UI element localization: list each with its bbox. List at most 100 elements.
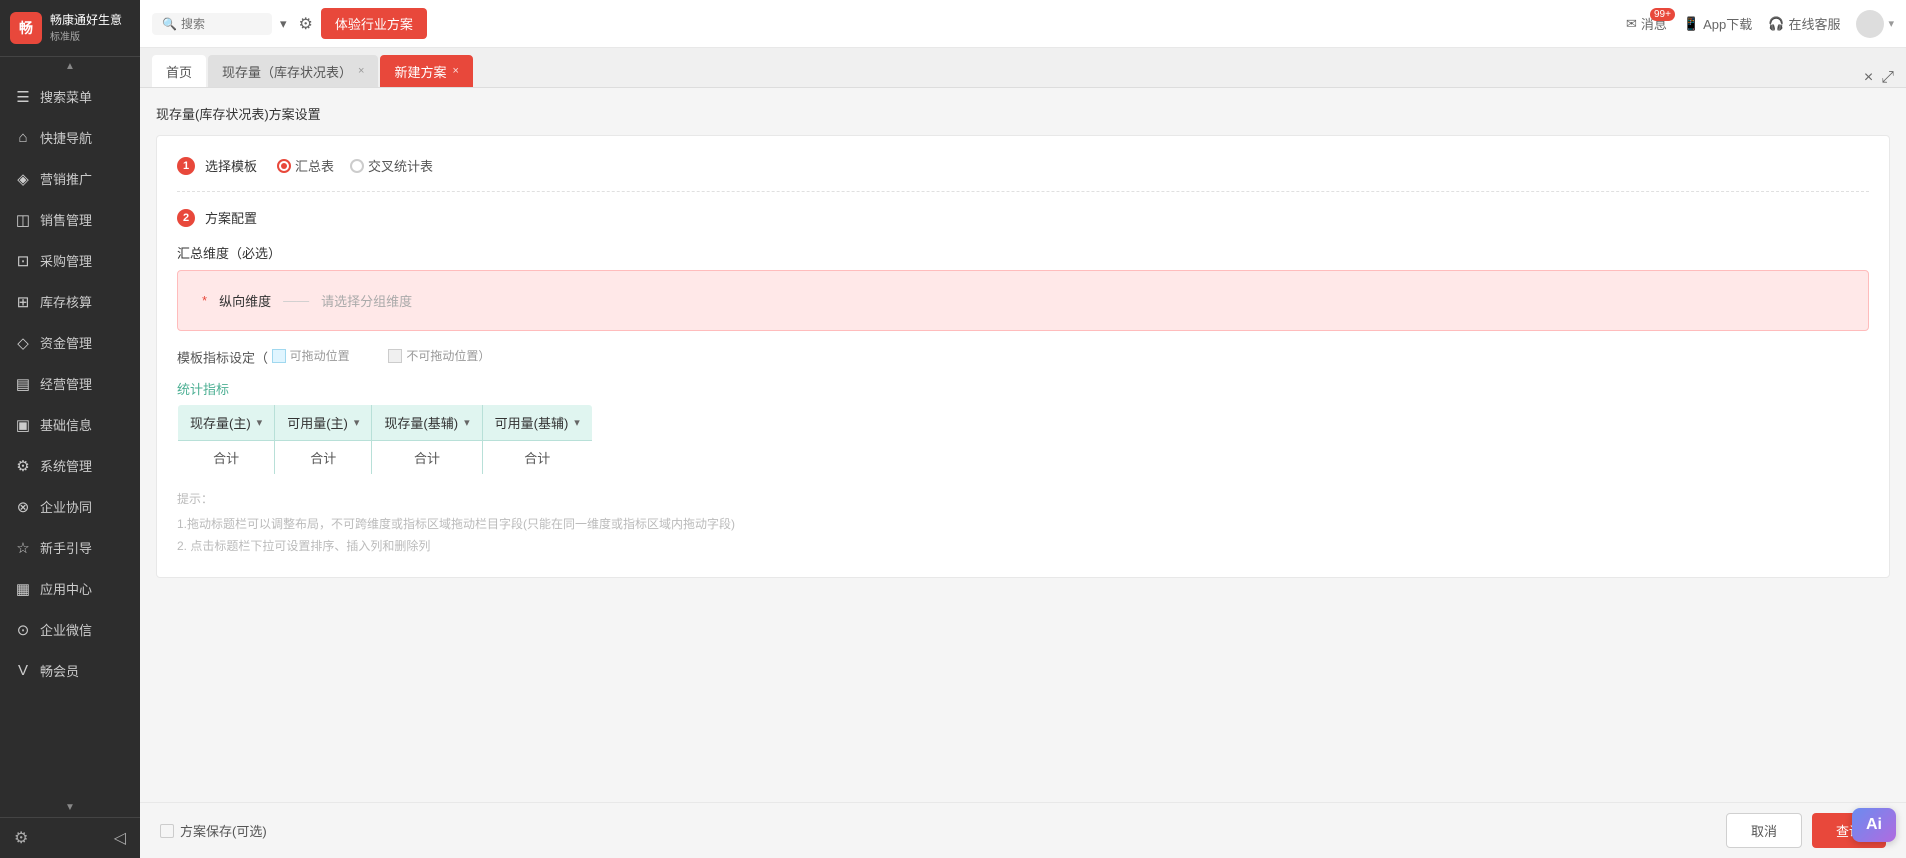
fixed-icon bbox=[388, 349, 402, 363]
page-breadcrumb: 现存量(库存状况表)方案设置 bbox=[156, 104, 1890, 123]
topbar: 🔍 ▾ ⚙ 体验行业方案 ✉ 消息 99+ 📱 App下载 🎧 在线客服 bbox=[140, 0, 1906, 48]
wechat-icon: ⊙ bbox=[14, 621, 32, 639]
radio-summary[interactable]: 汇总表 bbox=[277, 156, 334, 175]
close-window-icon[interactable]: × bbox=[1864, 69, 1873, 87]
tips-title: 提示： bbox=[177, 489, 1869, 511]
tab-home[interactable]: 首页 bbox=[152, 55, 206, 87]
ai-button[interactable]: Ai bbox=[1852, 808, 1896, 842]
dimension-box[interactable]: * 纵向维度 —— 请选择分组维度 bbox=[177, 270, 1869, 331]
step2-row: 2 方案配置 bbox=[177, 208, 1869, 227]
tab-inventory-status[interactable]: 现存量（库存状况表） × bbox=[208, 55, 378, 87]
topbar-search[interactable]: 🔍 bbox=[152, 13, 272, 35]
td-total-3: 合计 bbox=[372, 440, 482, 474]
report-icon: ▤ bbox=[14, 375, 32, 393]
indicator-legend: 可拖动位置 不可拖动位置） bbox=[272, 347, 491, 364]
home-icon: ⌂ bbox=[14, 129, 32, 147]
sidebar-item-operations[interactable]: ▤ 经营管理 bbox=[0, 363, 140, 404]
chart-icon: ◫ bbox=[14, 211, 32, 229]
logo-text: 畅康通好生意 标准版 bbox=[50, 13, 122, 44]
chevron-down-icon: ▾ bbox=[354, 416, 360, 429]
tip-2: 2. 点击标题栏下拉可设置排序、插入列和删除列 bbox=[177, 536, 1869, 558]
trial-button[interactable]: 体验行业方案 bbox=[321, 8, 427, 39]
th-available-aux[interactable]: 可用量(基辅) ▾ bbox=[482, 404, 592, 440]
indicator-label: 模板指标设定（ 可拖动位置 不可拖动位置） bbox=[177, 347, 1869, 367]
summary-dimension-section: 汇总维度（必选） * 纵向维度 —— 请选择分组维度 bbox=[177, 243, 1869, 331]
user-icon: V bbox=[14, 662, 32, 680]
chevron-user-icon: ▾ bbox=[1888, 17, 1894, 30]
content-area: 现存量(库存状况表)方案设置 1 选择模板 汇总表 交叉统计表 bbox=[140, 88, 1906, 802]
summary-dim-label: 汇总维度（必选） bbox=[177, 243, 1869, 262]
save-plan-checkbox[interactable]: 方案保存(可选) bbox=[160, 821, 267, 840]
template-radio-group: 汇总表 交叉统计表 bbox=[277, 156, 433, 175]
sidebar-footer: ⚙ ◁ bbox=[0, 817, 140, 858]
sidebar-item-finance[interactable]: ◇ 资金管理 bbox=[0, 322, 140, 363]
sidebar-scroll-down[interactable]: ▼ bbox=[0, 798, 140, 817]
sidebar-scroll-up[interactable]: ▲ bbox=[0, 57, 140, 76]
legend-movable: 可拖动位置 bbox=[272, 347, 350, 364]
stats-section: 统计指标 现存量(主) ▾ 可用量 bbox=[177, 379, 1869, 475]
sidebar-item-enterprise[interactable]: ⊗ 企业协同 bbox=[0, 486, 140, 527]
dim-dash: —— bbox=[283, 293, 309, 308]
sidebar-item-app-center[interactable]: ▦ 应用中心 bbox=[0, 568, 140, 609]
info-icon: ▣ bbox=[14, 416, 32, 434]
radio-cross[interactable]: 交叉统计表 bbox=[350, 156, 433, 175]
phone-icon: ▦ bbox=[14, 580, 32, 598]
sidebar-item-sales[interactable]: ◫ 销售管理 bbox=[0, 199, 140, 240]
sidebar-item-guide[interactable]: ☆ 新手引导 bbox=[0, 527, 140, 568]
td-total-4: 合计 bbox=[482, 440, 592, 474]
step2-label: 方案配置 bbox=[205, 208, 257, 227]
cancel-button[interactable]: 取消 bbox=[1726, 813, 1802, 848]
sidebar-item-search[interactable]: ☰ 搜索菜单 bbox=[0, 76, 140, 117]
checkbox-icon[interactable] bbox=[160, 824, 174, 838]
radio-cross-dot bbox=[350, 159, 364, 173]
settings-icon[interactable]: ⚙ bbox=[14, 828, 28, 848]
app-download-button[interactable]: 📱 App下载 bbox=[1683, 14, 1752, 33]
tip-1: 1.拖动标题栏可以调整布局，不可跨维度或指标区域拖动栏目字段(只能在同一维度或指… bbox=[177, 514, 1869, 536]
expand-window-icon[interactable]: ⤢ bbox=[1881, 69, 1894, 87]
sound-icon[interactable]: ◁ bbox=[114, 828, 126, 848]
th-available-main[interactable]: 可用量(主) ▾ bbox=[275, 404, 372, 440]
user-avatar[interactable]: ▾ bbox=[1856, 10, 1894, 38]
tips-section: 提示： 1.拖动标题栏可以调整布局，不可跨维度或指标区域拖动栏目字段(只能在同一… bbox=[177, 489, 1869, 558]
chevron-down-icon: ▾ bbox=[257, 416, 263, 429]
sidebar-item-inventory[interactable]: ⊞ 库存核算 bbox=[0, 281, 140, 322]
th-current-aux[interactable]: 现存量(基辅) ▾ bbox=[372, 404, 482, 440]
td-total-1: 合计 bbox=[178, 440, 275, 474]
required-star: * bbox=[202, 293, 207, 308]
search-input[interactable] bbox=[181, 17, 261, 31]
search-icon: ☰ bbox=[14, 88, 32, 106]
step1-row: 1 选择模板 汇总表 交叉统计表 bbox=[177, 156, 1869, 175]
gift-icon: ◈ bbox=[14, 170, 32, 188]
step2-badge: 2 bbox=[177, 209, 195, 227]
sidebar-item-base-info[interactable]: ▣ 基础信息 bbox=[0, 404, 140, 445]
sidebar-item-member[interactable]: V 畅会员 bbox=[0, 650, 140, 691]
chevron-down-icon: ▾ bbox=[280, 16, 287, 32]
sidebar: 畅 畅康通好生意 标准版 ▲ ☰ 搜索菜单 ⌂ 快捷导航 ◈ 营销推广 ◫ 销售… bbox=[0, 0, 140, 858]
dim-label: 纵向维度 bbox=[219, 291, 271, 310]
sidebar-item-purchase[interactable]: ⊡ 采购管理 bbox=[0, 240, 140, 281]
chevron-down-icon: ▾ bbox=[464, 416, 470, 429]
handshake-icon: ⊗ bbox=[14, 498, 32, 516]
table-row: 合计 合计 合计 合计 bbox=[178, 440, 593, 474]
star-icon: ☆ bbox=[14, 539, 32, 557]
th-current-main[interactable]: 现存量(主) ▾ bbox=[178, 404, 275, 440]
logo-icon: 畅 bbox=[10, 12, 42, 44]
sidebar-item-quick-nav[interactable]: ⌂ 快捷导航 bbox=[0, 117, 140, 158]
legend-fixed: 不可拖动位置） bbox=[388, 347, 490, 364]
tabbar: 首页 现存量（库存状况表） × 新建方案 × × ⤢ bbox=[140, 48, 1906, 88]
messages-button[interactable]: ✉ 消息 99+ bbox=[1626, 14, 1667, 33]
topbar-dropdown[interactable]: ▾ bbox=[280, 16, 287, 32]
search-icon-small: 🔍 bbox=[162, 17, 177, 31]
td-total-2: 合计 bbox=[275, 440, 372, 474]
radio-summary-dot bbox=[277, 159, 291, 173]
settings-icon-topbar[interactable]: ⚙ bbox=[299, 14, 313, 34]
sidebar-item-wechat[interactable]: ⊙ 企业微信 bbox=[0, 609, 140, 650]
tab-close-new-plan[interactable]: × bbox=[452, 65, 458, 77]
sidebar-item-system[interactable]: ⚙ 系统管理 bbox=[0, 445, 140, 486]
tab-new-plan[interactable]: 新建方案 × bbox=[380, 55, 472, 87]
movable-icon bbox=[272, 349, 286, 363]
online-service-button[interactable]: 🎧 在线客服 bbox=[1768, 14, 1840, 33]
sidebar-item-marketing[interactable]: ◈ 营销推广 bbox=[0, 158, 140, 199]
system-icon: ⚙ bbox=[14, 457, 32, 475]
tab-close-inventory[interactable]: × bbox=[358, 65, 364, 77]
